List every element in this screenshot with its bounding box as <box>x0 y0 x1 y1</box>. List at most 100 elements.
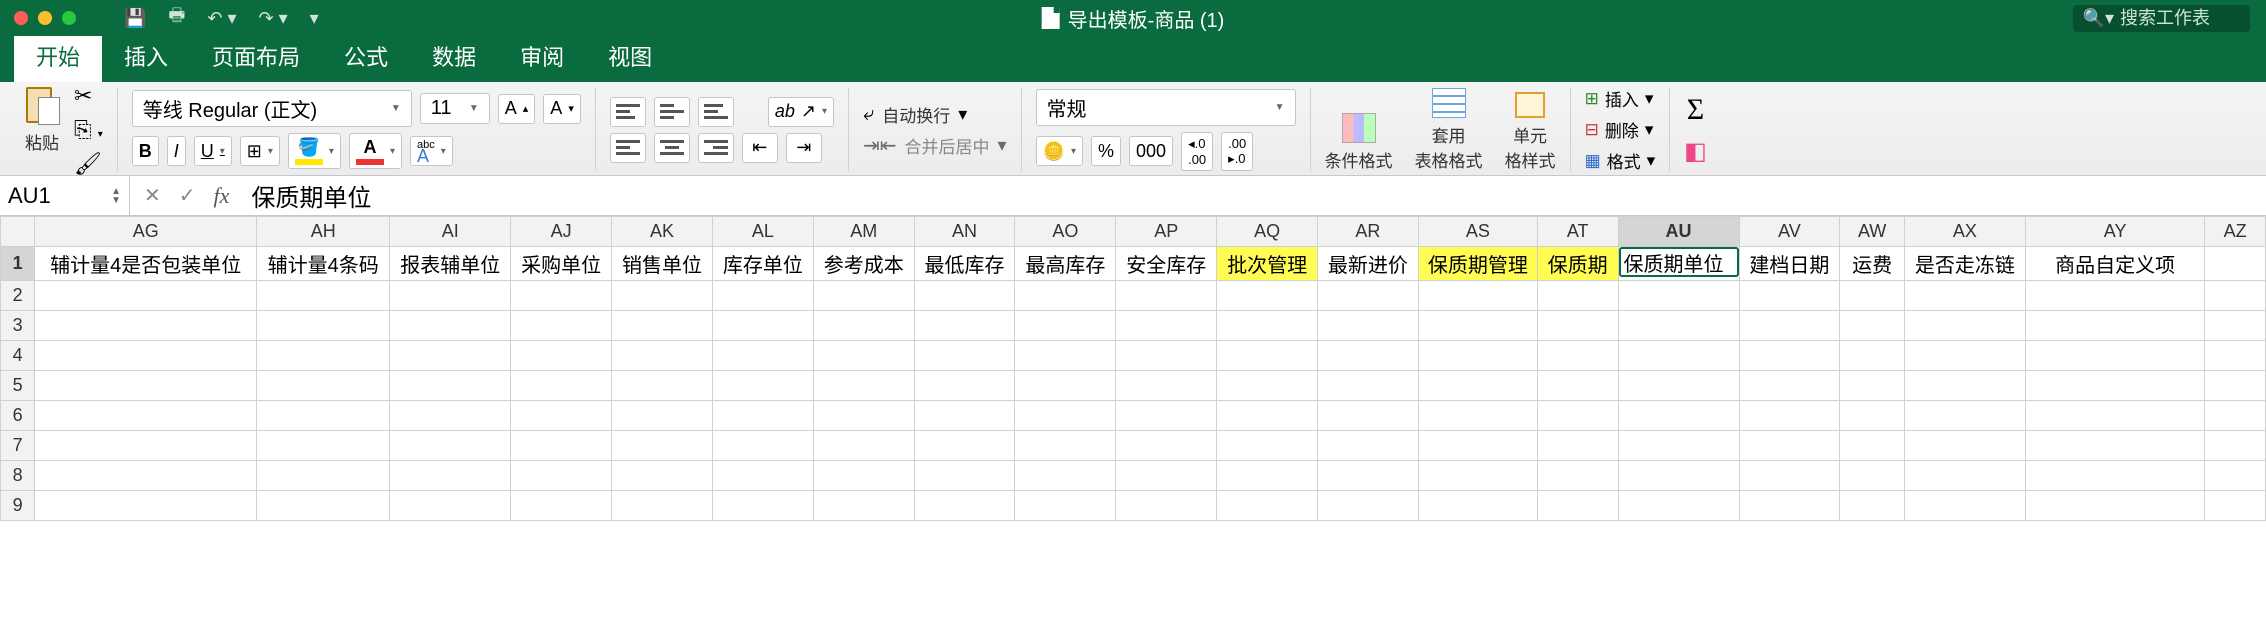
cell[interactable] <box>1537 431 1618 461</box>
cell[interactable] <box>1318 311 1419 341</box>
align-bottom-button[interactable] <box>698 97 734 127</box>
cell[interactable] <box>2025 311 2205 341</box>
cell[interactable] <box>390 431 511 461</box>
cell[interactable]: 最低库存 <box>914 247 1015 281</box>
column-header[interactable]: AV <box>1739 217 1840 247</box>
minimize-window-button[interactable] <box>38 11 52 25</box>
cell[interactable] <box>1739 281 1840 311</box>
cell[interactable]: 辅计量4是否包装单位 <box>35 247 257 281</box>
cell[interactable] <box>1318 341 1419 371</box>
underline-button[interactable]: U▾ <box>194 136 232 166</box>
maximize-window-button[interactable] <box>62 11 76 25</box>
cell[interactable] <box>35 371 257 401</box>
cell[interactable] <box>1418 341 1537 371</box>
cell[interactable] <box>712 431 813 461</box>
row-header[interactable]: 5 <box>1 371 35 401</box>
cut-icon[interactable]: ✂ <box>74 83 103 109</box>
cell[interactable] <box>712 491 813 521</box>
cell[interactable] <box>2205 401 2266 431</box>
cell[interactable] <box>511 461 612 491</box>
tab-formulas[interactable]: 公式 <box>322 32 410 82</box>
formula-input[interactable] <box>243 176 2266 215</box>
conditional-format-button[interactable]: 条件格式 <box>1325 113 1393 172</box>
cell[interactable] <box>1318 371 1419 401</box>
cell[interactable] <box>511 371 612 401</box>
cell[interactable]: 批次管理 <box>1217 247 1318 281</box>
cell[interactable] <box>1418 461 1537 491</box>
cell[interactable] <box>35 311 257 341</box>
fill-color-button[interactable]: 🪣▾ <box>288 133 341 169</box>
confirm-edit-icon[interactable]: ✓ <box>179 183 196 208</box>
row-header[interactable]: 3 <box>1 311 35 341</box>
save-icon[interactable]: 💾 <box>124 8 146 29</box>
cell[interactable] <box>1618 341 1739 371</box>
paste-button[interactable]: 粘贴 <box>24 83 60 154</box>
cell[interactable] <box>612 311 713 341</box>
column-header[interactable]: AO <box>1015 217 1116 247</box>
column-header[interactable]: AN <box>914 217 1015 247</box>
cell[interactable] <box>914 371 1015 401</box>
cell[interactable] <box>2025 371 2205 401</box>
column-header[interactable]: AY <box>2025 217 2205 247</box>
cell[interactable] <box>1840 311 1905 341</box>
cell[interactable] <box>1015 341 1116 371</box>
cell[interactable] <box>1904 311 2025 341</box>
cell[interactable] <box>1739 491 1840 521</box>
cell[interactable] <box>1116 461 1217 491</box>
cell[interactable] <box>1618 281 1739 311</box>
cell[interactable] <box>1904 461 2025 491</box>
cell[interactable] <box>1739 311 1840 341</box>
cell[interactable] <box>813 491 914 521</box>
column-header[interactable]: AI <box>390 217 511 247</box>
cell[interactable] <box>914 341 1015 371</box>
cell[interactable] <box>1318 461 1419 491</box>
cell[interactable] <box>1618 491 1739 521</box>
align-middle-button[interactable] <box>654 97 690 127</box>
select-all-corner[interactable] <box>1 217 35 247</box>
cell[interactable] <box>1217 431 1318 461</box>
cell[interactable] <box>1217 461 1318 491</box>
column-header[interactable]: AP <box>1116 217 1217 247</box>
cell[interactable] <box>1537 281 1618 311</box>
row-header[interactable]: 9 <box>1 491 35 521</box>
column-header[interactable]: AU <box>1618 217 1739 247</box>
cell[interactable] <box>1015 311 1116 341</box>
cell[interactable] <box>257 431 390 461</box>
fx-icon[interactable]: fx <box>214 183 230 209</box>
cell[interactable] <box>1739 341 1840 371</box>
cell[interactable] <box>2205 431 2266 461</box>
cell[interactable] <box>390 401 511 431</box>
cell[interactable]: 是否走冻链 <box>1904 247 2025 281</box>
cell[interactable] <box>813 341 914 371</box>
cell[interactable] <box>1904 341 2025 371</box>
cell[interactable] <box>2205 311 2266 341</box>
cell[interactable] <box>2025 461 2205 491</box>
cell[interactable] <box>257 281 390 311</box>
cell[interactable] <box>1217 341 1318 371</box>
cell[interactable] <box>2205 371 2266 401</box>
cell[interactable] <box>1015 431 1116 461</box>
cell[interactable]: 参考成本 <box>813 247 914 281</box>
cell[interactable] <box>1840 371 1905 401</box>
cell[interactable] <box>1015 461 1116 491</box>
number-format-select[interactable]: 常规▼ <box>1036 89 1296 126</box>
cell[interactable]: 保质期管理 <box>1418 247 1537 281</box>
column-header[interactable]: AT <box>1537 217 1618 247</box>
cell[interactable] <box>1618 431 1739 461</box>
cell[interactable] <box>1015 371 1116 401</box>
column-header[interactable]: AZ <box>2205 217 2266 247</box>
cell[interactable] <box>1904 281 2025 311</box>
cell[interactable] <box>1418 311 1537 341</box>
cell[interactable] <box>813 311 914 341</box>
print-icon[interactable]: 🖶 <box>168 3 185 33</box>
cell[interactable] <box>1418 491 1537 521</box>
table-format-button[interactable]: 套用 表格格式 <box>1415 88 1483 172</box>
column-header[interactable]: AM <box>813 217 914 247</box>
format-painter-icon[interactable]: 🖌 <box>74 151 103 177</box>
cell[interactable] <box>35 491 257 521</box>
name-box[interactable]: AU1 ▲▼ <box>0 176 130 215</box>
font-size-select[interactable]: 11▼ <box>420 93 490 124</box>
cell[interactable]: 报表辅单位 <box>390 247 511 281</box>
tab-review[interactable]: 审阅 <box>498 32 586 82</box>
cell[interactable] <box>1418 401 1537 431</box>
